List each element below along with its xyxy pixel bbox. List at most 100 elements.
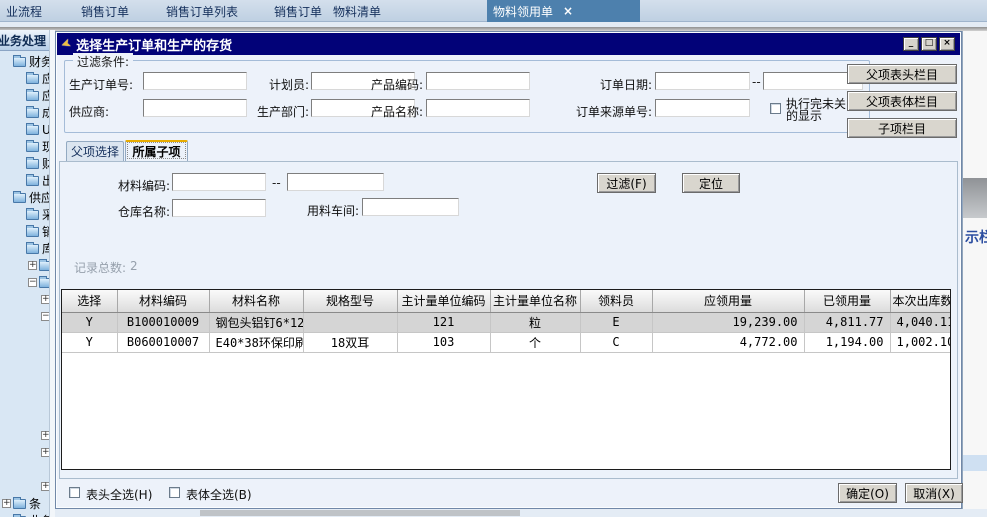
tree-item[interactable]: −日	[0, 274, 50, 291]
tree-item[interactable]: 采购	[0, 206, 50, 223]
tree-item[interactable]	[0, 325, 50, 342]
product-name-input[interactable]	[426, 99, 530, 117]
material-code-to-input[interactable]	[287, 173, 384, 191]
order-source-input[interactable]	[655, 99, 750, 117]
table-cell[interactable]: 4,811.77	[804, 312, 891, 333]
tree-item[interactable]: +	[0, 291, 50, 308]
app-tab[interactable]: 销售订单	[75, 0, 135, 22]
app-tab[interactable]: 销售订单	[268, 0, 328, 22]
supplier-input[interactable]	[143, 99, 247, 117]
column-header[interactable]: 材料名称	[209, 290, 304, 313]
table-row[interactable]: Y B100010009 钢包头铝钉6*12 121 粒 E 19,239.00 4,811.…	[62, 312, 950, 333]
tree-item[interactable]: −	[0, 308, 50, 325]
tree-item[interactable]: 库存	[0, 240, 50, 257]
table-cell[interactable]: 4,772.00	[652, 332, 805, 353]
tree-item[interactable]	[0, 393, 50, 410]
tab-parent-selection[interactable]: 父项选择	[66, 141, 124, 161]
tree-item[interactable]: 现金	[0, 138, 50, 155]
child-columns-button[interactable]: 子项栏目	[847, 118, 957, 138]
column-header[interactable]: 主计量单位编码	[397, 290, 491, 313]
table-cell[interactable]: 1,002.10	[890, 332, 950, 353]
tree-item[interactable]: +	[0, 444, 50, 461]
close-button[interactable]: ×	[939, 37, 955, 51]
parent-body-columns-button[interactable]: 父项表体栏目	[847, 91, 957, 111]
table-cell[interactable]: 103	[397, 332, 491, 353]
tree-item[interactable]	[0, 461, 50, 478]
tree-item-label: 业务处理	[29, 512, 50, 517]
tree-item[interactable]: +	[0, 478, 50, 495]
app-tab[interactable]: 销售订单列表	[160, 0, 244, 22]
table-cell[interactable]: Y	[62, 332, 118, 353]
table-cell[interactable]: 个	[490, 332, 581, 353]
product-code-input[interactable]	[426, 72, 530, 90]
table-cell[interactable]: Y	[62, 312, 118, 333]
tree-item[interactable]: 应收	[0, 70, 50, 87]
tree-item[interactable]: +	[0, 427, 50, 444]
material-table-container[interactable]: 选择 材料编码 材料名称 规格型号 主计量单位编码 主计量单位名称 领料员 应领用量 已领用量本…	[61, 289, 951, 470]
column-header[interactable]: 主计量单位名称	[490, 290, 581, 313]
body-selectall-checkbox[interactable]	[169, 487, 180, 498]
ok-button[interactable]: 确定(O)	[838, 483, 897, 503]
tree-item[interactable]	[0, 342, 50, 359]
tree-item[interactable]: 出纳	[0, 172, 50, 189]
tree-item[interactable]: + 条	[0, 495, 50, 512]
expand-icon[interactable]: +	[2, 499, 11, 508]
table-cell[interactable]: 121	[397, 312, 491, 333]
table-cell[interactable]	[303, 312, 398, 333]
exec-unclosed-checkbox[interactable]	[770, 103, 781, 114]
header-selectall-checkbox[interactable]	[69, 487, 80, 498]
tree-item[interactable]	[0, 376, 50, 393]
maximize-button[interactable]: □	[921, 37, 937, 51]
tree-item[interactable]: 财务	[0, 155, 50, 172]
tree-item[interactable]: 应付	[0, 87, 50, 104]
order-date-from-input[interactable]	[655, 72, 750, 90]
column-header[interactable]: 领料员	[580, 290, 653, 313]
filter-button[interactable]: 过滤(F)	[597, 173, 656, 193]
table-cell[interactable]: 18双耳	[303, 332, 398, 353]
dialog-titlebar[interactable]: ➤ 选择生产订单和生产的存货 _ □ ×	[57, 33, 960, 55]
table-cell[interactable]: 4,040.11	[890, 312, 950, 333]
column-header[interactable]: 规格型号	[303, 290, 398, 313]
parent-header-columns-button[interactable]: 父项表头栏目	[847, 64, 957, 84]
production-order-input[interactable]	[143, 72, 247, 90]
cancel-button[interactable]: 取消(X)	[905, 483, 963, 503]
table-cell[interactable]: 钢包头铝钉6*12	[209, 312, 304, 333]
table-cell[interactable]: 1,194.00	[804, 332, 891, 353]
workshop-input[interactable]	[362, 198, 459, 216]
tree-item[interactable]: 供应链	[0, 189, 50, 206]
expand-icon[interactable]: +	[28, 261, 37, 270]
collapse-icon[interactable]: −	[28, 278, 37, 287]
table-cell[interactable]: C	[580, 332, 653, 353]
material-code-from-input[interactable]	[172, 173, 266, 191]
app-tab[interactable]: 物料领用单 ×	[487, 0, 640, 22]
table-cell[interactable]: B060010007	[117, 332, 210, 353]
tree-item[interactable]: UFO报	[0, 121, 50, 138]
table-row[interactable]: Y B060010007 E40*38环保印刷 18双耳 103 个 C 4,772.00 1,…	[62, 332, 950, 353]
tree-item[interactable]: 销售	[0, 223, 50, 240]
column-header[interactable]: 材料编码	[117, 290, 210, 313]
column-header[interactable]: 已领用量	[804, 290, 891, 313]
tree-item[interactable]: 财务会计	[0, 53, 50, 70]
tree-item[interactable]: 成本	[0, 104, 50, 121]
table-cell[interactable]: 粒	[490, 312, 581, 333]
minimize-button[interactable]: _	[903, 37, 919, 51]
supplier-label: 供应商:	[69, 105, 110, 119]
locate-button[interactable]: 定位	[682, 173, 740, 193]
app-tab[interactable]: 物料清单	[327, 0, 387, 22]
column-header[interactable]: 本次出库数量	[890, 290, 950, 313]
table-cell[interactable]: B100010009	[117, 312, 210, 333]
tree-item[interactable]: +初	[0, 257, 50, 274]
app-tab[interactable]: 业流程	[0, 0, 48, 22]
product-code-label: 产品编码:	[370, 78, 423, 92]
table-cell[interactable]: E40*38环保印刷	[209, 332, 304, 353]
column-header[interactable]: 选择	[62, 290, 118, 313]
tree-item[interactable]: +	[0, 359, 50, 376]
tree-item[interactable]	[0, 410, 50, 427]
warehouse-input[interactable]	[172, 199, 266, 217]
column-header[interactable]: 应领用量	[652, 290, 805, 313]
table-cell[interactable]: 19,239.00	[652, 312, 805, 333]
tree-item[interactable]: 业务处理	[0, 512, 50, 517]
table-cell[interactable]: E	[580, 312, 653, 333]
tab-child-items[interactable]: 所属子项	[125, 140, 188, 161]
tab-close-icon[interactable]: ×	[563, 4, 573, 18]
